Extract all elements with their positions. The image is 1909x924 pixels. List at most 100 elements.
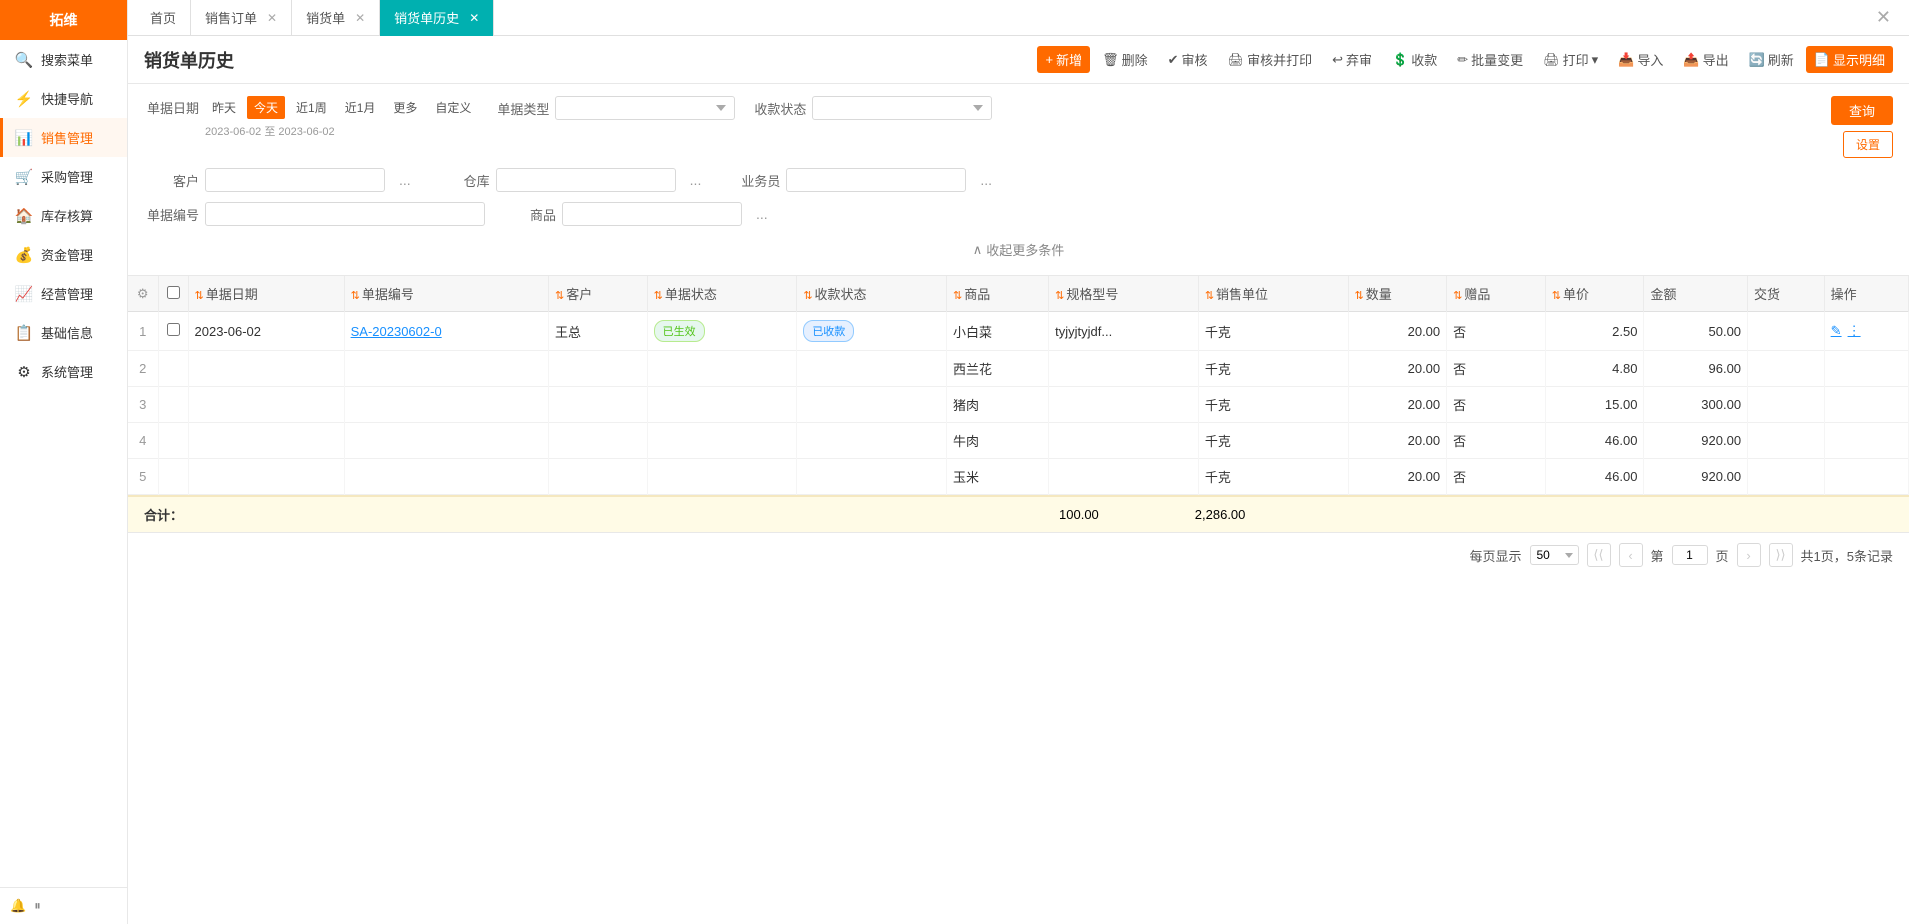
first-page-btn[interactable]: ⟨⟨ [1587, 543, 1611, 567]
lightning-icon: ⚡ [15, 90, 33, 108]
detail-action-btn[interactable]: ⋮ [1848, 323, 1861, 338]
sidebar-item-search-menu[interactable]: 🔍 搜索菜单 [0, 40, 127, 79]
close-sales-history-tab[interactable]: ✕ [469, 11, 479, 25]
prev-page-btn[interactable]: ‹ [1619, 543, 1643, 567]
row-spec: tyjyjtyjdf... [1049, 312, 1199, 351]
tab-sales-order[interactable]: 销售订单 ✕ [191, 0, 292, 36]
row-unit-price: 46.00 [1545, 459, 1644, 495]
sidebar-item-finance[interactable]: 💰 资金管理 [0, 235, 127, 274]
refresh-button[interactable]: 🔄 刷新 [1741, 46, 1802, 73]
tabbar-close-all[interactable]: ✕ [1876, 7, 1901, 28]
export-button[interactable]: 📤 导出 [1675, 46, 1736, 73]
row-date [188, 351, 344, 387]
doc-no-input[interactable] [205, 202, 485, 226]
audit-button[interactable]: ✔ 审核 [1160, 46, 1216, 73]
toolbar: + 新增 🗑 删除 ✔ 审核 🖨 审核并打印 [1037, 46, 1893, 73]
pagination: 每页显示 50 100 ⟨⟨ ‹ 第 页 › ⟩⟩ 共1页，5条记录 [128, 532, 1909, 577]
clipboard-icon: 📋 [15, 324, 33, 342]
date-badge-last7days[interactable]: 近1周 [289, 96, 334, 119]
next-page-btn[interactable]: › [1737, 543, 1761, 567]
row-checkbox-cell [158, 423, 188, 459]
add-button[interactable]: + 新增 [1037, 46, 1090, 73]
row-amount: 50.00 [1644, 312, 1748, 351]
page-header: 销货单历史 + 新增 🗑 删除 ✔ 审核 🖨 [128, 36, 1909, 84]
row-doc-status [647, 387, 797, 423]
edit-action-btn[interactable]: ✎ [1831, 323, 1842, 338]
sidebar-item-quick-nav[interactable]: ⚡ 快捷导航 [0, 79, 127, 118]
date-badge-today[interactable]: 今天 [247, 96, 285, 119]
col-doc-status: ⇅单据状态 [647, 276, 797, 312]
customer-input[interactable] [205, 168, 385, 192]
chart-icon: 📊 [15, 129, 33, 147]
sidebar-bottom: 🔔 ⏸ [0, 887, 127, 924]
sidebar-logo: 拓维 [0, 0, 127, 40]
filter-doc-type: 单据类型 [494, 96, 735, 120]
tab-sales-history[interactable]: 销货单历史 ✕ [380, 0, 494, 36]
sidebar-item-operation[interactable]: 📈 经营管理 [0, 274, 127, 313]
date-badge-custom[interactable]: 自定义 [428, 96, 478, 119]
show-detail-button[interactable]: 📄 显示明细 [1806, 46, 1893, 73]
page-num-input[interactable] [1672, 545, 1708, 565]
pause-icon[interactable]: ⏸ [34, 898, 41, 914]
sidebar-item-label: 系统管理 [41, 362, 93, 381]
doc-type-select[interactable] [555, 96, 735, 120]
staff-picker-btn[interactable]: ... [972, 172, 1000, 188]
doc-no-link[interactable]: SA-20230602-0 [351, 324, 442, 339]
date-badge-yesterday[interactable]: 昨天 [205, 96, 243, 119]
row-action [1824, 459, 1908, 495]
per-page-select[interactable]: 50 100 [1530, 545, 1579, 565]
sidebar-item-purchase-mgmt[interactable]: 🛒 采购管理 [0, 157, 127, 196]
table-row: 2 西兰花 千克 20.00 否 4.80 96.00 [128, 351, 1909, 387]
goods-picker-btn[interactable]: ... [748, 206, 776, 222]
last-page-btn[interactable]: ⟩⟩ [1769, 543, 1793, 567]
import-button[interactable]: 📥 导入 [1610, 46, 1671, 73]
col-settings[interactable]: ⚙ [128, 276, 158, 312]
close-sales-goods-tab[interactable]: ✕ [355, 11, 365, 25]
row-goods: 猪肉 [947, 387, 1049, 423]
warehouse-input[interactable] [496, 168, 676, 192]
audit-print-button[interactable]: 🖨 审核并打印 [1220, 46, 1321, 73]
row-trade [1748, 351, 1825, 387]
customer-picker-btn[interactable]: ... [391, 172, 419, 188]
col-checkbox[interactable] [158, 276, 188, 312]
filter-staff: 业务员 ... [725, 168, 1000, 192]
select-all-checkbox[interactable] [167, 286, 180, 299]
settings-icon[interactable]: ⚙ [137, 286, 149, 301]
collect-button[interactable]: 💲 收款 [1384, 46, 1445, 73]
sidebar-item-sys-mgmt[interactable]: ⚙ 系统管理 [0, 352, 127, 391]
filter-row-3: 单据编号 商品 ... [144, 202, 1893, 226]
collect-icon: 💲 [1392, 52, 1408, 68]
notification-icon[interactable]: 🔔 [10, 898, 26, 914]
row-customer [548, 423, 647, 459]
sidebar-item-sales-mgmt[interactable]: 📊 销售管理 [0, 118, 127, 157]
footer-total-qty: 100.00 [1059, 507, 1099, 522]
date-badge-last1month[interactable]: 近1月 [338, 96, 383, 119]
collapse-button[interactable]: ∧ 收起更多条件 [965, 236, 1073, 263]
sidebar-item-inventory[interactable]: 🏠 库存核算 [0, 196, 127, 235]
collect-status-select[interactable] [812, 96, 992, 120]
row-doc-status [647, 351, 797, 387]
sidebar-item-basic-info[interactable]: 📋 基础信息 [0, 313, 127, 352]
row-num: 4 [128, 423, 158, 459]
date-badge-more[interactable]: 更多 [386, 96, 424, 119]
tab-home[interactable]: 首页 [136, 0, 191, 36]
print-icon: 🖨 [1543, 52, 1560, 68]
row-unit: 千克 [1198, 423, 1348, 459]
delete-button[interactable]: 🗑 删除 [1094, 46, 1156, 73]
close-sales-order-tab[interactable]: ✕ [267, 11, 277, 25]
filter-collapse-row: ∧ 收起更多条件 [144, 236, 1893, 263]
setup-button[interactable]: 设置 [1843, 131, 1893, 158]
goods-input[interactable] [562, 202, 742, 226]
warehouse-picker-btn[interactable]: ... [682, 172, 710, 188]
sidebar-item-label: 经营管理 [41, 284, 93, 303]
staff-input[interactable] [786, 168, 966, 192]
batch-change-button[interactable]: ✏ 批量变更 [1449, 46, 1531, 73]
abandon-button[interactable]: ↩ 弃审 [1324, 46, 1380, 73]
import-icon: 📥 [1618, 52, 1634, 68]
tab-sales-goods[interactable]: 销货单 ✕ [292, 0, 380, 36]
print-button[interactable]: 🖨 打印 ▾ [1535, 46, 1606, 73]
warehouse-label: 仓库 [435, 171, 490, 190]
row-trade [1748, 312, 1825, 351]
row-checkbox[interactable] [167, 323, 180, 336]
query-button[interactable]: 查询 [1831, 96, 1893, 125]
